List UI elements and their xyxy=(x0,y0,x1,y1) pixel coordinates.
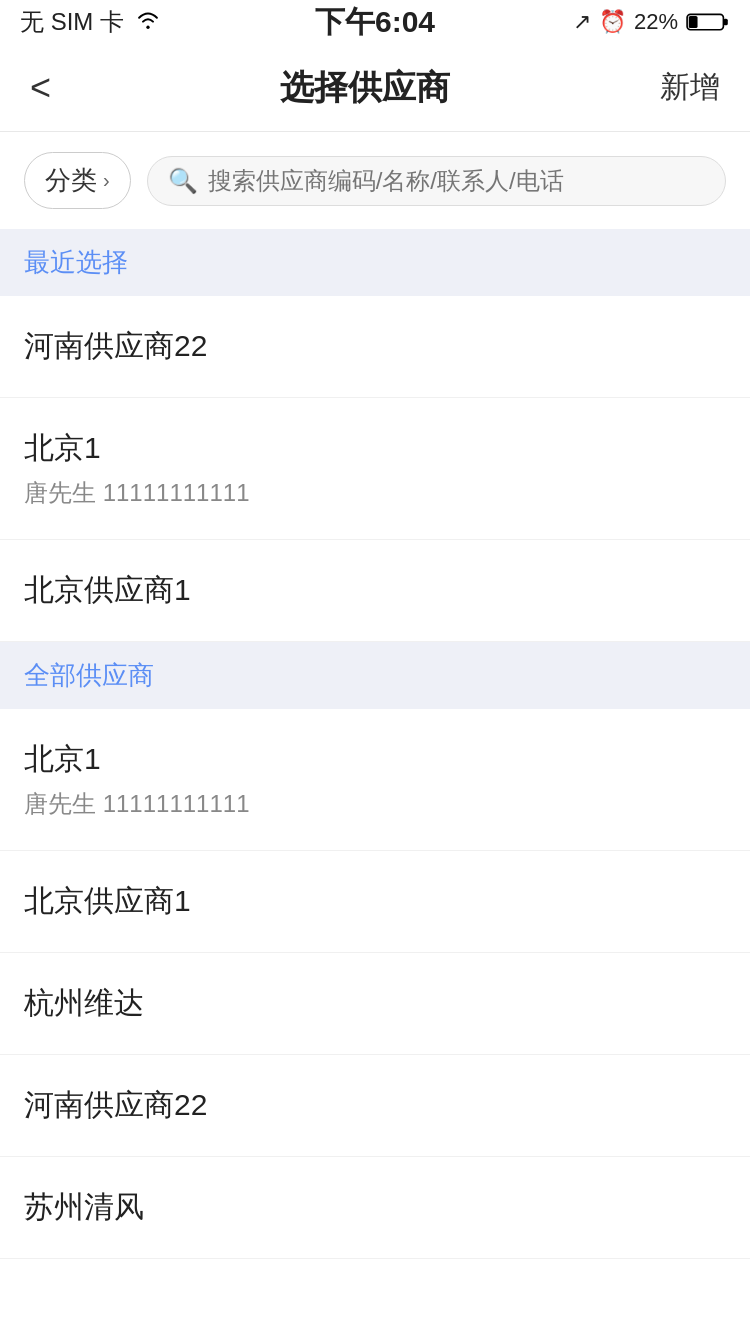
list-item-name: 北京1 xyxy=(24,428,726,469)
list-item[interactable]: 杭州维达 xyxy=(0,953,750,1055)
alarm-icon: ⏰ xyxy=(599,9,626,35)
list-item-name: 河南供应商22 xyxy=(24,1085,726,1126)
list-item[interactable]: 北京供应商1 xyxy=(0,851,750,953)
list-item-name: 杭州维达 xyxy=(24,983,726,1024)
add-button[interactable]: 新增 xyxy=(640,67,720,108)
status-bar-left: 无 SIM 卡 xyxy=(20,6,162,38)
recent-list: 河南供应商22 北京1 唐先生 11111111111 北京供应商1 xyxy=(0,296,750,642)
list-item-name: 河南供应商22 xyxy=(24,326,726,367)
category-filter[interactable]: 分类 › xyxy=(24,152,131,209)
wifi-icon xyxy=(134,8,162,36)
list-item[interactable]: 河南供应商22 xyxy=(0,1055,750,1157)
recent-section-label: 最近选择 xyxy=(24,247,128,277)
list-item-name: 北京1 xyxy=(24,739,726,780)
category-label: 分类 xyxy=(45,163,97,198)
search-icon: 🔍 xyxy=(168,167,198,195)
recent-section-header: 最近选择 xyxy=(0,229,750,296)
svg-rect-1 xyxy=(723,19,727,26)
carrier-text: 无 SIM 卡 xyxy=(20,6,124,38)
nav-bar: < 选择供应商 新增 xyxy=(0,44,750,132)
nav-title: 选择供应商 xyxy=(90,65,640,111)
list-item[interactable]: 苏州清风 xyxy=(0,1157,750,1259)
status-bar-time: 下午6:04 xyxy=(315,2,435,43)
battery-text: 22% xyxy=(634,9,678,35)
status-bar-right: ↗ ⏰ 22% xyxy=(573,9,730,35)
list-item[interactable]: 北京1 唐先生 11111111111 xyxy=(0,398,750,540)
location-icon: ↗ xyxy=(573,9,591,35)
list-item-name: 北京供应商1 xyxy=(24,570,726,611)
svg-rect-2 xyxy=(689,16,698,28)
list-item-name: 苏州清风 xyxy=(24,1187,726,1228)
list-item-sub: 唐先生 11111111111 xyxy=(24,788,726,820)
status-bar: 无 SIM 卡 下午6:04 ↗ ⏰ 22% xyxy=(0,0,750,44)
all-section-header: 全部供应商 xyxy=(0,642,750,709)
list-item-sub: 唐先生 11111111111 xyxy=(24,477,726,509)
back-button[interactable]: < xyxy=(30,67,90,109)
chevron-right-icon: › xyxy=(103,169,110,192)
list-item-name: 北京供应商1 xyxy=(24,881,726,922)
list-item[interactable]: 北京供应商1 xyxy=(0,540,750,642)
battery-icon xyxy=(686,11,730,33)
all-section-label: 全部供应商 xyxy=(24,660,154,690)
list-item[interactable]: 北京1 唐先生 11111111111 xyxy=(0,709,750,851)
list-item[interactable]: 河南供应商22 xyxy=(0,296,750,398)
all-list: 北京1 唐先生 11111111111 北京供应商1 杭州维达 河南供应商22 … xyxy=(0,709,750,1259)
search-box[interactable]: 🔍 xyxy=(147,156,726,206)
filter-bar: 分类 › 🔍 xyxy=(0,132,750,229)
search-input[interactable] xyxy=(208,167,705,195)
